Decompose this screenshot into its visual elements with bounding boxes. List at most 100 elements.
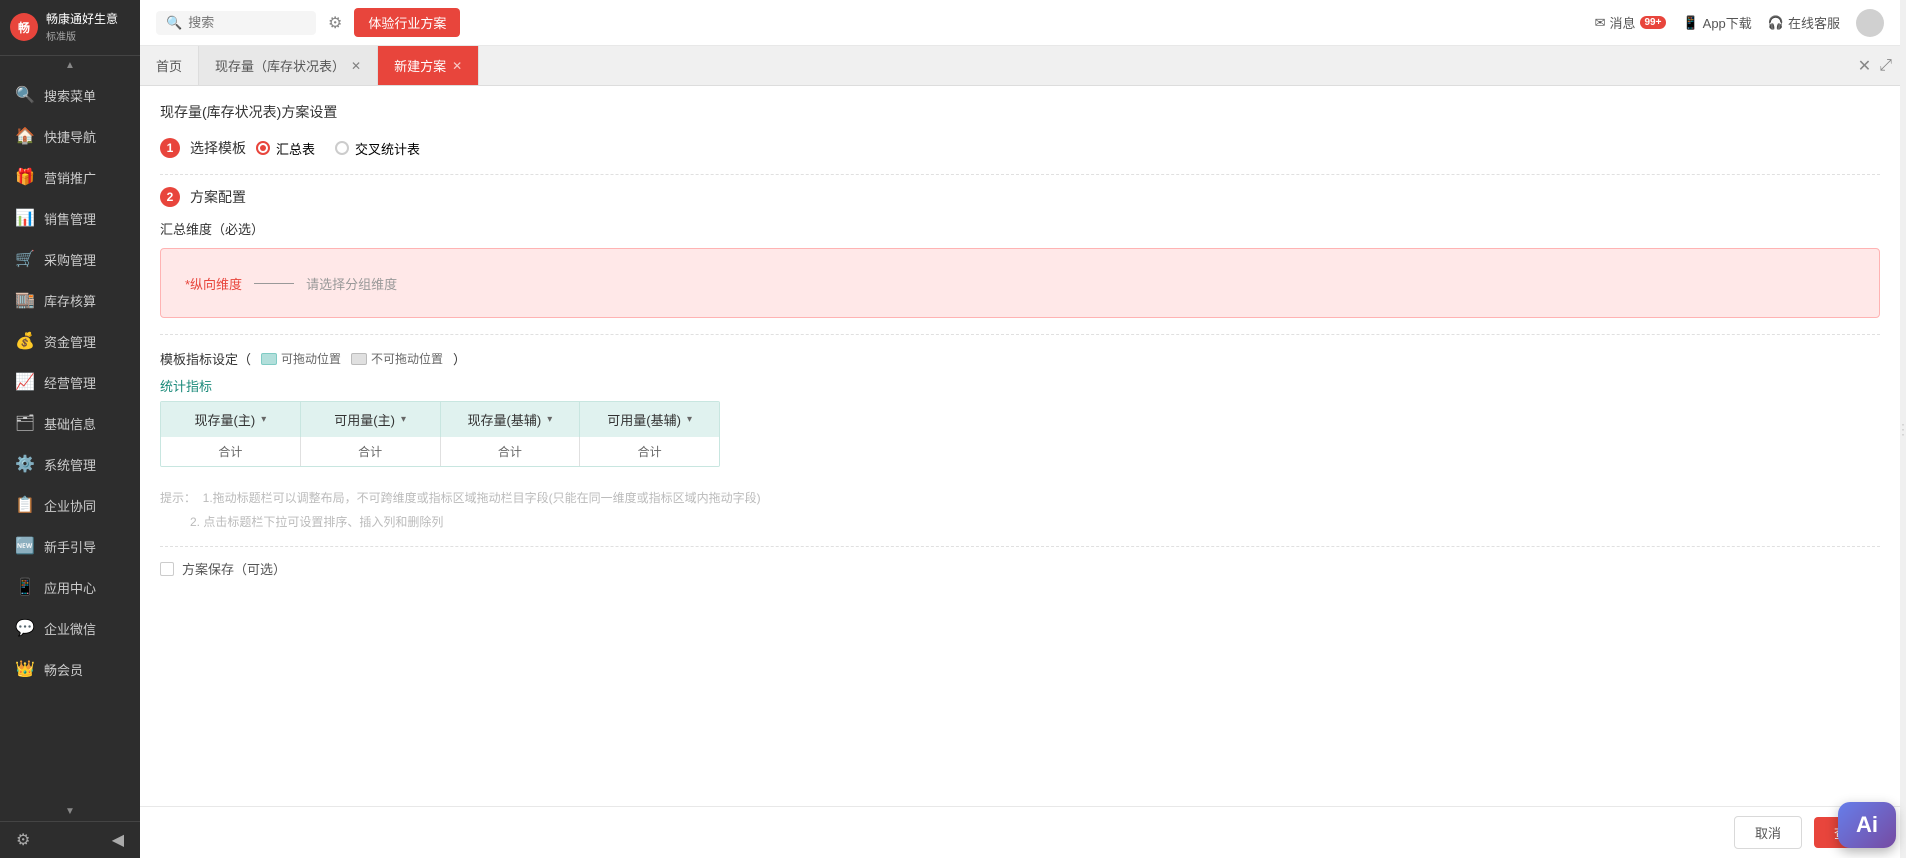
sidebar-item-marketing-label: 营销推广 (44, 168, 96, 187)
home-tab-label: 首页 (156, 56, 182, 75)
app-download-btn[interactable]: 📱 App下载 (1682, 13, 1751, 32)
ind-col-2-chevron: ▾ (401, 414, 406, 425)
sidebar-item-system[interactable]: ⚙️ 系统管理 (0, 444, 140, 485)
sidebar-scroll-down[interactable]: ▼ (0, 802, 140, 821)
sidebar-item-purchase[interactable]: 🛒 采购管理 (0, 239, 140, 280)
quicknav-icon: 🏠 (16, 127, 34, 145)
summary-dim-label: 汇总维度（必选） (160, 219, 1880, 238)
app-version: 标准版 (46, 28, 118, 43)
radio-cross-label: 交叉统计表 (355, 139, 420, 158)
content-inner: 现存量(库存状况表)方案设置 1 选择模板 汇总表 交叉统计表 (140, 86, 1900, 594)
indicators-label: 模板指标设定（ 可拖动位置 不可拖动位置 ） (160, 349, 1880, 368)
sidebar-item-appcenter-label: 应用中心 (44, 578, 96, 597)
sidebar-item-purchase-label: 采购管理 (44, 250, 96, 269)
main-area: 🔍 ⚙ 体验行业方案 ✉ 消息 99+ 📱 App下载 🎧 在线客服 首 (140, 0, 1900, 858)
section1-num: 1 (160, 138, 180, 158)
tab-home[interactable]: 首页 (140, 46, 199, 85)
topbar-gear-icon[interactable]: ⚙ (328, 13, 342, 33)
topbar-right: ✉ 消息 99+ 📱 App下载 🎧 在线客服 (1595, 9, 1884, 37)
basicinfo-icon: 🗂 (16, 414, 34, 432)
topbar: 🔍 ⚙ 体验行业方案 ✉ 消息 99+ 📱 App下载 🎧 在线客服 (140, 0, 1900, 46)
sidebar-item-quicknav[interactable]: 🏠 快捷导航 (0, 116, 140, 157)
tab-inventory-close[interactable]: ✕ (351, 59, 361, 73)
online-service-btn[interactable]: 🎧 在线客服 (1768, 13, 1840, 32)
section-config: 2 方案配置 汇总维度（必选） *纵向维度 请选择分组维度 (160, 187, 1880, 318)
app-download-icon: 📱 (1682, 15, 1698, 31)
message-btn[interactable]: ✉ 消息 99+ (1595, 13, 1667, 32)
sidebar-collapse-btn[interactable]: ◀ (112, 830, 124, 850)
sidebar-item-quicknav-label: 快捷导航 (44, 127, 96, 146)
ind-col-4[interactable]: 可用量(基辅) ▾ (580, 402, 719, 437)
ind-body-3: 合计 (441, 437, 581, 466)
ind-body-1: 合计 (161, 437, 301, 466)
tabs-bar: 首页 现存量（库存状况表） ✕ 新建方案 ✕ ✕ ⤢ (140, 46, 1900, 86)
headset-icon: 🎧 (1768, 15, 1784, 31)
ind-col-1[interactable]: 现存量(主) ▾ (161, 402, 301, 437)
indicators-config: 模板指标设定（ 可拖动位置 不可拖动位置 ） 统计指标 现存 (160, 349, 1880, 534)
tab-close-btn[interactable]: ✕ (1858, 56, 1871, 76)
ind-col-1-label: 现存量(主) (195, 410, 256, 429)
tab-new-scheme-close[interactable]: ✕ (452, 59, 462, 73)
sidebar-item-wechat-label: 企业微信 (44, 619, 96, 638)
sidebar-item-newguide[interactable]: 🆕 新手引导 (0, 526, 140, 567)
legend-draggable-label: 可拖动位置 (281, 350, 341, 367)
section2-header: 2 方案配置 (160, 187, 1880, 207)
sidebar-item-inventory[interactable]: 🏬 库存核算 (0, 280, 140, 321)
sidebar-item-search-label: 搜索菜单 (44, 86, 96, 105)
sidebar-item-inventory-label: 库存核算 (44, 291, 96, 310)
ai-bubble[interactable]: Ai (1838, 802, 1896, 848)
section2-title: 方案配置 (190, 187, 246, 207)
ind-col-2[interactable]: 可用量(主) ▾ (301, 402, 441, 437)
resize-handle[interactable] (1900, 0, 1906, 858)
indicators-label-text: 模板指标设定（ (160, 349, 251, 368)
tab-new-scheme-label: 新建方案 (394, 56, 446, 75)
dimension-box[interactable]: *纵向维度 请选择分组维度 (160, 248, 1880, 318)
ind-col-3-chevron: ▾ (547, 414, 552, 425)
sidebar-item-appcenter[interactable]: 📱 应用中心 (0, 567, 140, 608)
tips-section: 提示： 1.拖动标题栏可以调整布局，不可跨维度或指标区域拖动栏目字段(只能在同一… (160, 486, 1880, 534)
sidebar-item-operations[interactable]: 📈 经营管理 (0, 362, 140, 403)
wechat-icon: 💬 (16, 619, 34, 637)
dimension-placeholder: 请选择分组维度 (306, 274, 397, 293)
sidebar-item-search[interactable]: 🔍 搜索菜单 (0, 75, 140, 116)
sidebar-scroll-up[interactable]: ▲ (0, 56, 140, 75)
radio-summary-label: 汇总表 (276, 139, 315, 158)
sidebar-item-finance[interactable]: 💰 资金管理 (0, 321, 140, 362)
tab-inventory[interactable]: 现存量（库存状况表） ✕ (199, 46, 378, 85)
footer-bar: 取消 查询 (140, 806, 1900, 858)
sidebar-item-sales[interactable]: 📊 销售管理 (0, 198, 140, 239)
sidebar-item-contract[interactable]: 📋 企业协同 (0, 485, 140, 526)
message-badge: 99+ (1640, 16, 1667, 29)
ind-col-3-label: 现存量(基辅) (468, 410, 542, 429)
tab-inventory-label: 现存量（库存状况表） (215, 56, 345, 75)
sidebar: 畅 畅康通好生意 标准版 ▲ 🔍 搜索菜单 🏠 快捷导航 🎁 营销推广 📊 销售… (0, 0, 140, 858)
trial-btn[interactable]: 体验行业方案 (354, 8, 460, 37)
sidebar-item-basicinfo[interactable]: 🗂 基础信息 (0, 403, 140, 444)
radio-cross-table[interactable]: 交叉统计表 (335, 139, 420, 158)
search-input[interactable] (188, 15, 288, 30)
indicators-table-body: 合计 合计 合计 合计 (161, 437, 719, 466)
radio-summary-table[interactable]: 汇总表 (256, 139, 315, 158)
sidebar-settings-btn[interactable]: ⚙ (16, 830, 30, 850)
content-area: 现存量(库存状况表)方案设置 1 选择模板 汇总表 交叉统计表 (140, 86, 1900, 806)
ind-col-4-label: 可用量(基辅) (607, 410, 681, 429)
sidebar-item-marketing[interactable]: 🎁 营销推广 (0, 157, 140, 198)
sidebar-item-wechat[interactable]: 💬 企业微信 (0, 608, 140, 649)
tip-1: 提示： 1.拖动标题栏可以调整布局，不可跨维度或指标区域拖动栏目字段(只能在同一… (160, 486, 1880, 510)
tab-new-scheme[interactable]: 新建方案 ✕ (378, 46, 479, 85)
app-download-label: App下载 (1703, 13, 1752, 32)
cancel-button[interactable]: 取消 (1734, 816, 1802, 849)
page-title: 现存量(库存状况表)方案设置 (160, 102, 1880, 122)
tip-2: 2. 点击标题栏下拉可设置排序、插入列和删除列 (160, 510, 1880, 534)
search-box[interactable]: 🔍 (156, 11, 316, 35)
sales-icon: 📊 (16, 209, 34, 227)
ind-col-3[interactable]: 现存量(基辅) ▾ (441, 402, 581, 437)
save-checkbox[interactable] (160, 562, 174, 576)
legend-draggable-box (261, 353, 277, 365)
divider-1 (160, 174, 1880, 175)
tab-expand-btn[interactable]: ⤢ (1879, 57, 1892, 75)
legend-close: ） (453, 349, 466, 368)
user-avatar[interactable] (1856, 9, 1884, 37)
sidebar-item-member[interactable]: 👑 畅会员 (0, 649, 140, 690)
sidebar-menu: 🔍 搜索菜单 🏠 快捷导航 🎁 营销推广 📊 销售管理 🛒 采购管理 🏬 库存核… (0, 75, 140, 802)
